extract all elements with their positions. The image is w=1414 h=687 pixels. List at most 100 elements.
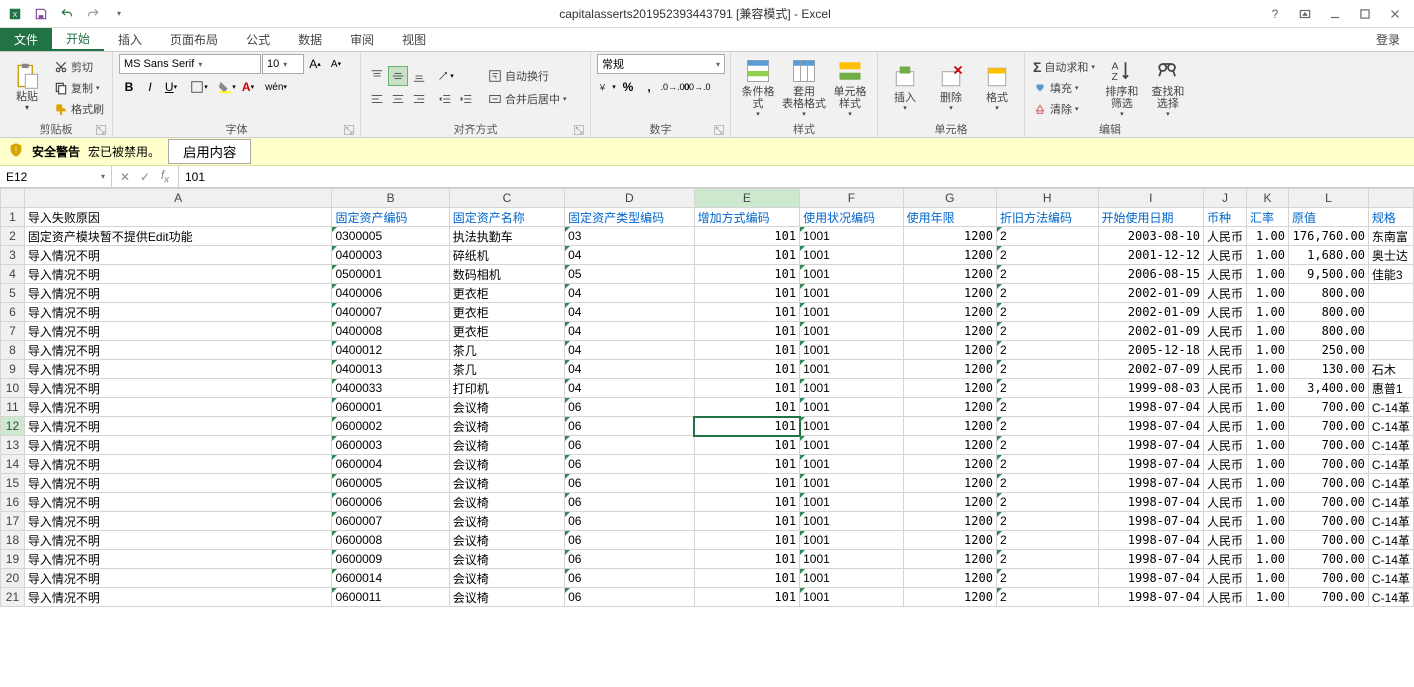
header-cell[interactable]: 固定资产名称	[449, 208, 564, 227]
cell[interactable]: 1001	[800, 550, 904, 569]
header-cell[interactable]: 折旧方法编码	[996, 208, 1098, 227]
cell[interactable]: 03	[565, 227, 695, 246]
cell[interactable]: 导入情况不明	[24, 379, 332, 398]
cell[interactable]: 1200	[903, 227, 996, 246]
cell[interactable]: C-14革	[1368, 531, 1413, 550]
cell[interactable]: 06	[565, 417, 695, 436]
cell[interactable]: 2006-08-15	[1098, 265, 1204, 284]
cell[interactable]: 人民币	[1204, 322, 1247, 341]
autosum-button[interactable]: Σ自动求和▾	[1031, 57, 1097, 77]
cell[interactable]: 惠普1	[1368, 379, 1413, 398]
cell[interactable]: 1.00	[1247, 265, 1289, 284]
cell[interactable]: 人民币	[1204, 341, 1247, 360]
close-icon[interactable]	[1384, 3, 1406, 25]
cell[interactable]: 101	[694, 512, 800, 531]
header-cell[interactable]: 增加方式编码	[694, 208, 800, 227]
cell[interactable]: 0600001	[332, 398, 449, 417]
cell[interactable]: 1001	[800, 512, 904, 531]
cell[interactable]: 1.00	[1247, 379, 1289, 398]
cell[interactable]: 导入情况不明	[24, 531, 332, 550]
cell[interactable]: 奥士达	[1368, 246, 1413, 265]
cell[interactable]: 9,500.00	[1288, 265, 1368, 284]
cell[interactable]: 2003-08-10	[1098, 227, 1204, 246]
font-size-combo[interactable]: 10▾	[262, 54, 304, 74]
help-icon[interactable]: ?	[1264, 3, 1286, 25]
cell[interactable]: 1999-08-03	[1098, 379, 1204, 398]
align-middle-icon[interactable]	[388, 66, 408, 86]
cell[interactable]: 700.00	[1288, 531, 1368, 550]
accounting-format-icon[interactable]: ¥▾	[597, 77, 617, 97]
cell[interactable]: 04	[565, 303, 695, 322]
cell[interactable]: 导入情况不明	[24, 512, 332, 531]
cell[interactable]: 0600006	[332, 493, 449, 512]
cell[interactable]: 04	[565, 284, 695, 303]
cell[interactable]: 2002-01-09	[1098, 284, 1204, 303]
undo-icon[interactable]	[56, 3, 78, 25]
cell[interactable]: 2002-01-09	[1098, 322, 1204, 341]
cell[interactable]: 101	[694, 246, 800, 265]
cell[interactable]: 1001	[800, 246, 904, 265]
wrap-text-button[interactable]: 自动换行	[486, 66, 569, 86]
cell[interactable]: 人民币	[1204, 512, 1247, 531]
clipboard-launcher-icon[interactable]: ⤡	[96, 125, 106, 135]
cell[interactable]: 250.00	[1288, 341, 1368, 360]
cell[interactable]: 1.00	[1247, 227, 1289, 246]
cell[interactable]: 2	[996, 531, 1098, 550]
header-cell[interactable]: 开始使用日期	[1098, 208, 1204, 227]
cell[interactable]: 1.00	[1247, 284, 1289, 303]
cell[interactable]: 1001	[800, 493, 904, 512]
cell[interactable]: 人民币	[1204, 550, 1247, 569]
row-header[interactable]: 20	[1, 569, 25, 588]
cell[interactable]: 人民币	[1204, 493, 1247, 512]
cell[interactable]: 2	[996, 550, 1098, 569]
row-header[interactable]: 2	[1, 227, 25, 246]
cell[interactable]: 人民币	[1204, 303, 1247, 322]
cell[interactable]: 1200	[903, 360, 996, 379]
cell[interactable]: 700.00	[1288, 417, 1368, 436]
cell[interactable]: 1200	[903, 341, 996, 360]
cell[interactable]: 1001	[800, 379, 904, 398]
cell[interactable]: 1200	[903, 379, 996, 398]
formula-input[interactable]: 101	[179, 166, 1414, 187]
fill-button[interactable]: 填充▾	[1031, 78, 1097, 98]
font-launcher-icon[interactable]: ⤡	[344, 125, 354, 135]
cell[interactable]: 1001	[800, 360, 904, 379]
cell[interactable]: 2	[996, 455, 1098, 474]
cell[interactable]: 06	[565, 531, 695, 550]
row-header[interactable]: 9	[1, 360, 25, 379]
cell[interactable]: 0600003	[332, 436, 449, 455]
cell[interactable]: 更衣柜	[449, 303, 564, 322]
cell[interactable]: 2	[996, 265, 1098, 284]
increase-font-icon[interactable]: A▴	[305, 54, 325, 74]
cell[interactable]: 导入情况不明	[24, 474, 332, 493]
tab-review[interactable]: 审阅	[336, 28, 388, 51]
cell[interactable]: 0400007	[332, 303, 449, 322]
cell[interactable]: 1200	[903, 265, 996, 284]
enable-content-button[interactable]: 启用内容	[168, 139, 251, 164]
cell[interactable]: 700.00	[1288, 398, 1368, 417]
cell[interactable]: 06	[565, 493, 695, 512]
align-launcher-icon[interactable]: ⤡	[574, 125, 584, 135]
row-header[interactable]: 5	[1, 284, 25, 303]
cell[interactable]: 碎纸机	[449, 246, 564, 265]
italic-button[interactable]: I	[140, 77, 160, 97]
cell[interactable]: 1.00	[1247, 303, 1289, 322]
align-bottom-icon[interactable]	[409, 66, 429, 86]
cell[interactable]: 0600009	[332, 550, 449, 569]
cell[interactable]: 1001	[800, 303, 904, 322]
tab-data[interactable]: 数据	[284, 28, 336, 51]
col-header[interactable]	[1368, 189, 1413, 208]
cell[interactable]: 会议椅	[449, 398, 564, 417]
format-as-table-button[interactable]: 套用 表格格式▾	[783, 56, 825, 120]
cell[interactable]: 1001	[800, 588, 904, 607]
cell[interactable]: 1200	[903, 493, 996, 512]
cell[interactable]: 会议椅	[449, 417, 564, 436]
cell[interactable]: 04	[565, 379, 695, 398]
cell[interactable]: 1998-07-04	[1098, 474, 1204, 493]
select-all-corner[interactable]	[1, 189, 25, 208]
cell[interactable]: 2	[996, 398, 1098, 417]
bold-button[interactable]: B	[119, 77, 139, 97]
cell[interactable]: 人民币	[1204, 455, 1247, 474]
cell[interactable]: 101	[694, 227, 800, 246]
cell[interactable]: 2	[996, 341, 1098, 360]
